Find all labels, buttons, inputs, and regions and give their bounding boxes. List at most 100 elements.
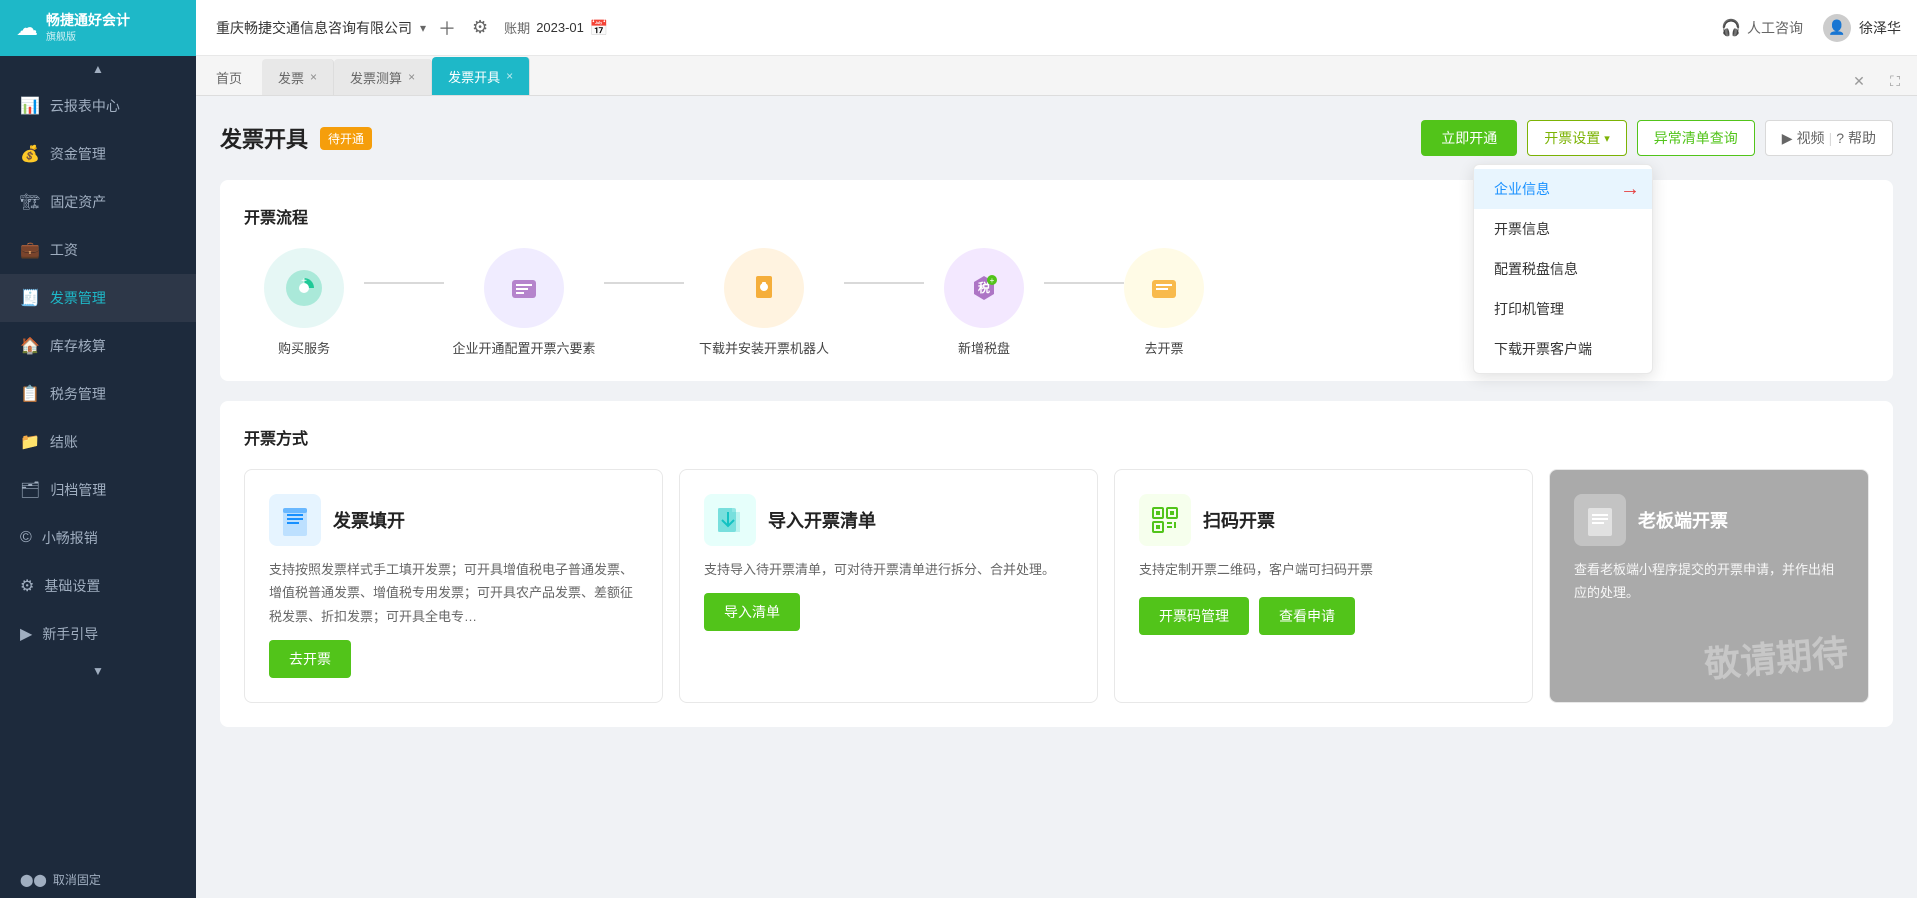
sidebar-item-invoice-mgmt[interactable]: 🧾 发票管理 bbox=[0, 274, 196, 322]
calendar-icon[interactable]: 📅 bbox=[590, 19, 609, 37]
sidebar-item-fixed-assets[interactable]: 🏗 固定资产 bbox=[0, 178, 196, 226]
manual-fill-title: 发票填开 bbox=[333, 507, 405, 533]
manual-fill-btn[interactable]: 去开票 bbox=[269, 640, 351, 678]
tab-home[interactable]: 首页 bbox=[196, 59, 262, 95]
fixed-assets-icon: 🏗 bbox=[20, 192, 40, 212]
sidebar-item-basic-settings[interactable]: ⚙ 基础设置 bbox=[0, 562, 196, 610]
svg-text:+: + bbox=[301, 276, 307, 287]
sidebar-item-settlement[interactable]: 📁 结账 bbox=[0, 418, 196, 466]
sidebar-item-fund-mgmt[interactable]: 💰 资金管理 bbox=[0, 130, 196, 178]
settlement-icon: 📁 bbox=[20, 432, 40, 452]
window-maximize-btn[interactable]: ⛶ bbox=[1881, 67, 1909, 95]
tab-invoice-issue-label: 发票开具 bbox=[448, 67, 500, 86]
dropdown-item-invoice-info[interactable]: 开票信息 bbox=[1474, 209, 1652, 249]
user-info[interactable]: 👤 徐泽华 bbox=[1823, 14, 1901, 42]
settings-icon[interactable]: ⚙ bbox=[472, 17, 488, 38]
inventory-icon: 🏠 bbox=[20, 336, 40, 356]
sidebar-label-cloud-report: 云报表中心 bbox=[50, 96, 120, 116]
sidebar-item-cloud-report[interactable]: 📊 云报表中心 bbox=[0, 82, 196, 130]
import-list-btn[interactable]: 导入清单 bbox=[704, 593, 800, 631]
window-close-btn[interactable]: ✕ bbox=[1845, 67, 1873, 95]
headset-icon: 🎧 bbox=[1721, 18, 1741, 38]
tab-invoice[interactable]: 发票 × bbox=[262, 59, 334, 95]
status-badge: 待开通 bbox=[320, 127, 372, 150]
sidebar-scroll-down[interactable]: ▼ bbox=[0, 658, 196, 684]
step1-label: 购买服务 bbox=[278, 338, 330, 357]
billing-methods-grid: 发票填开 支持按照发票样式手工填开发票；可开具增值税电子普通发票、增值税普通发票… bbox=[244, 469, 1869, 703]
step-divider-3 bbox=[844, 282, 924, 284]
step-divider-4 bbox=[1044, 282, 1124, 284]
help-text-label: 帮助 bbox=[1848, 128, 1876, 148]
sidebar-label-fixed-assets: 固定资产 bbox=[50, 192, 106, 212]
step-divider-1 bbox=[364, 282, 444, 284]
dropdown-label-printer-mgmt: 打印机管理 bbox=[1494, 299, 1564, 319]
video-label: 视频 bbox=[1797, 128, 1825, 148]
sidebar-item-xiaochang[interactable]: © 小畅报销 bbox=[0, 514, 196, 562]
import-list-title: 导入开票清单 bbox=[768, 507, 876, 533]
page-content: 发票开具 待开通 立即开通 开票设置 ▾ 异常清单查询 ▶ 视频 bbox=[196, 96, 1917, 898]
xiaochang-icon: © bbox=[20, 529, 32, 547]
dropdown-item-download-client[interactable]: 下载开票客户端 bbox=[1474, 329, 1652, 369]
tab-invoice-calc[interactable]: 发票测算 × bbox=[334, 59, 432, 95]
dropdown-item-company-info[interactable]: 企业信息 → bbox=[1474, 169, 1652, 209]
company-chevron-icon[interactable]: ▾ bbox=[420, 21, 426, 35]
scan-desc: 支持定制开票二维码，客户端可扫码开票 bbox=[1139, 558, 1508, 581]
divider: | bbox=[1829, 130, 1833, 146]
billing-card-scan: 扫码开票 支持定制开票二维码，客户端可扫码开票 开票码管理 查看申请 bbox=[1114, 469, 1533, 703]
app-logo-badge: 旗舰版 bbox=[46, 28, 130, 43]
cancel-pin-btn[interactable]: ⬤⬤ 取消固定 bbox=[0, 861, 196, 898]
tab-invoice-issue[interactable]: 发票开具 × bbox=[432, 57, 530, 95]
sidebar-item-inventory[interactable]: 🏠 库存核算 bbox=[0, 322, 196, 370]
video-help-btn[interactable]: ▶ 视频 | ? 帮助 bbox=[1765, 120, 1893, 156]
sidebar-item-payroll[interactable]: 💼 工资 bbox=[0, 226, 196, 274]
play-icon: ▶ bbox=[1782, 130, 1793, 147]
activate-btn[interactable]: 立即开通 bbox=[1421, 120, 1517, 156]
help-label: 人工咨询 bbox=[1747, 18, 1803, 38]
scan-apply-btn[interactable]: 查看申请 bbox=[1259, 597, 1355, 635]
add-icon[interactable]: ＋ bbox=[438, 15, 456, 41]
tab-invoice-issue-close[interactable]: × bbox=[506, 69, 513, 83]
sidebar-label-payroll: 工资 bbox=[50, 240, 78, 260]
cloud-icon: ☁ bbox=[16, 15, 38, 41]
settings-chevron-icon: ▾ bbox=[1604, 132, 1610, 145]
help-btn[interactable]: 🎧 人工咨询 bbox=[1721, 18, 1803, 38]
settings-btn[interactable]: 开票设置 ▾ bbox=[1527, 120, 1627, 156]
user-avatar: 👤 bbox=[1823, 14, 1851, 42]
payroll-icon: 💼 bbox=[20, 240, 40, 260]
abnormal-btn[interactable]: 异常清单查询 bbox=[1637, 120, 1755, 156]
company-name: 重庆畅捷交通信息咨询有限公司 bbox=[216, 18, 412, 38]
cloud-report-icon: 📊 bbox=[20, 96, 40, 116]
new-guide-icon: ▶ bbox=[20, 624, 32, 644]
tab-invoice-close[interactable]: × bbox=[310, 70, 317, 84]
dropdown-menu: 企业信息 → 开票信息 配置税盘信息 打印机管理 bbox=[1473, 164, 1653, 374]
sidebar-label-archive-mgmt: 归档管理 bbox=[50, 480, 106, 500]
sidebar-item-tax-mgmt[interactable]: 📋 税务管理 bbox=[0, 370, 196, 418]
sidebar-label-basic-settings: 基础设置 bbox=[44, 576, 100, 596]
sidebar-item-archive-mgmt[interactable]: 🗂 归档管理 bbox=[0, 466, 196, 514]
dropdown-label-tax-disk-config: 配置税盘信息 bbox=[1494, 259, 1578, 279]
dropdown-label-company-info: 企业信息 bbox=[1494, 179, 1550, 199]
sidebar-scroll-up[interactable]: ▲ bbox=[0, 56, 196, 82]
step3-label: 下载并安装开票机器人 bbox=[699, 338, 829, 357]
invoice-mgmt-icon: 🧾 bbox=[20, 288, 40, 308]
billing-card-boss: 老板端开票 查看老板端小程序提交的开票申请，并作出相应的处理。 敬请期待 bbox=[1549, 469, 1869, 703]
dropdown-label-invoice-info: 开票信息 bbox=[1494, 219, 1550, 239]
dropdown-item-tax-disk-config[interactable]: 配置税盘信息 bbox=[1474, 249, 1652, 289]
period-value: 2023-01 bbox=[536, 20, 584, 35]
dropdown-label-download-client: 下载开票客户端 bbox=[1494, 339, 1592, 359]
scan-title: 扫码开票 bbox=[1203, 507, 1275, 533]
tab-invoice-calc-close[interactable]: × bbox=[408, 70, 415, 84]
sidebar-label-inventory: 库存核算 bbox=[50, 336, 106, 356]
app-logo-text: 畅捷通好会计 bbox=[46, 12, 130, 29]
svg-text:+: + bbox=[990, 276, 995, 285]
basic-settings-icon: ⚙ bbox=[20, 576, 34, 596]
sidebar-item-new-guide[interactable]: ▶ 新手引导 bbox=[0, 610, 196, 658]
scan-qrcode-btn[interactable]: 开票码管理 bbox=[1139, 597, 1249, 635]
company-selector[interactable]: 重庆畅捷交通信息咨询有限公司 ▾ bbox=[216, 18, 426, 38]
boss-icon bbox=[1574, 494, 1626, 546]
question-icon: ? bbox=[1836, 130, 1844, 146]
period-label: 账期 bbox=[504, 18, 530, 37]
tab-invoice-label: 发票 bbox=[278, 68, 304, 87]
dropdown-item-printer-mgmt[interactable]: 打印机管理 bbox=[1474, 289, 1652, 329]
manual-fill-icon bbox=[269, 494, 321, 546]
